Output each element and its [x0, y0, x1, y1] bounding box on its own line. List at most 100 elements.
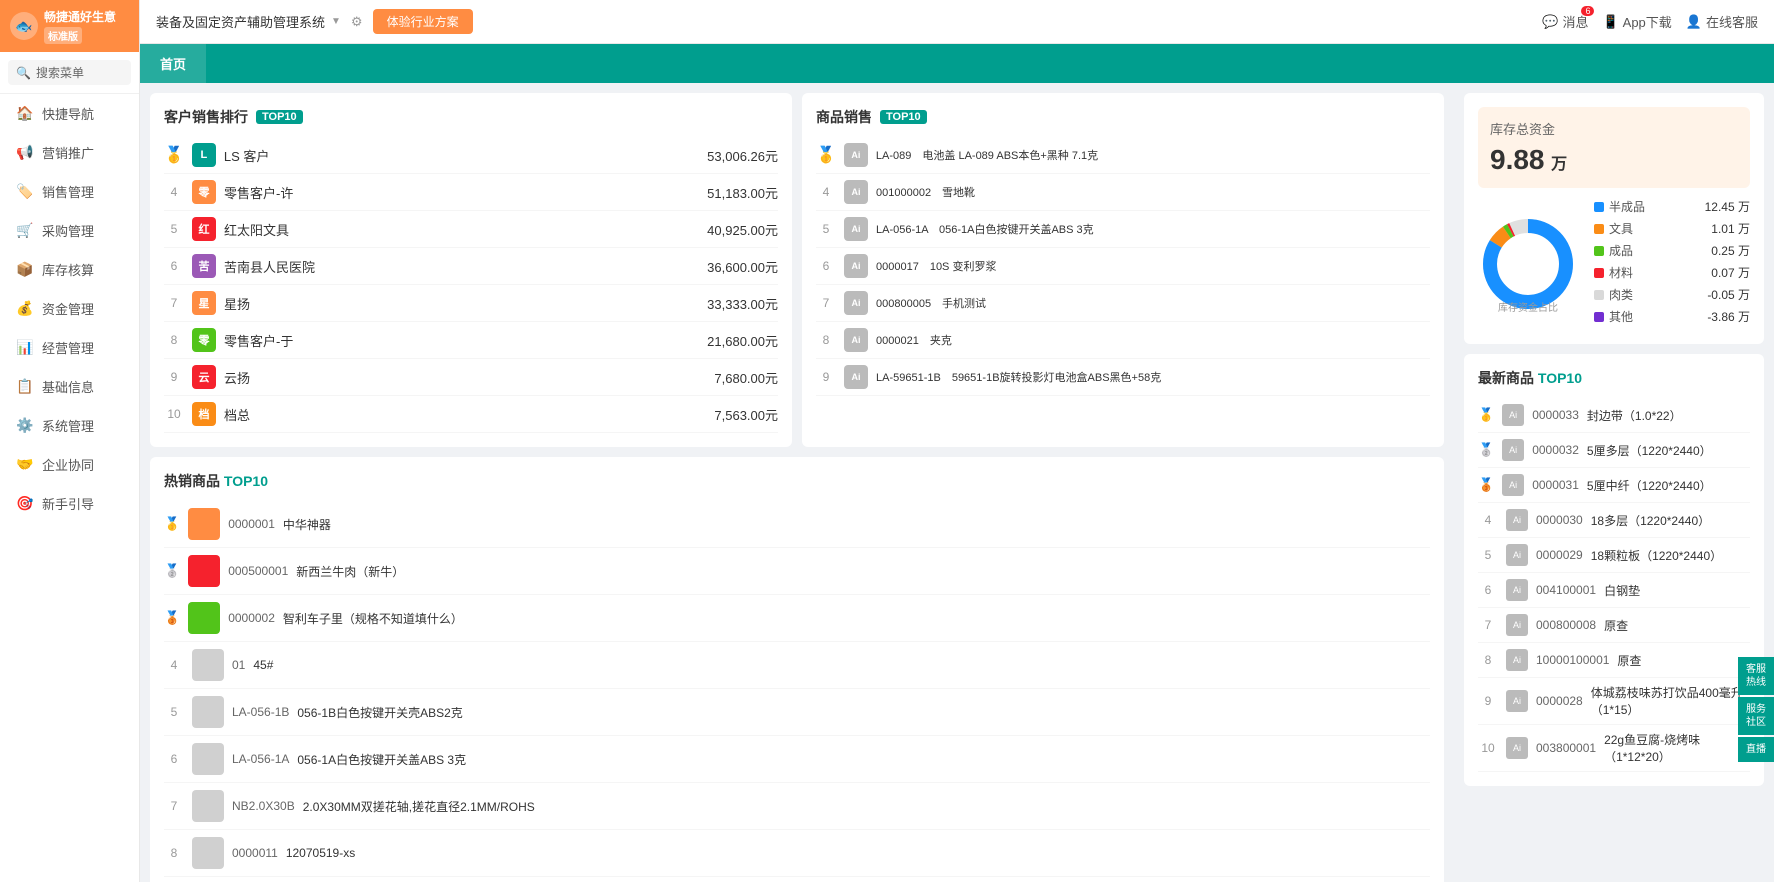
page-tabs: 首页: [140, 44, 1774, 83]
settings-icon[interactable]: ⚙: [351, 14, 363, 30]
rank-number: 7: [1478, 618, 1498, 632]
avatar: 档: [192, 402, 216, 426]
product-thumb: [188, 602, 220, 634]
legend-dot: [1594, 268, 1604, 278]
logo-icon: 🐟: [10, 12, 38, 40]
rank-number: 4: [816, 185, 836, 199]
chart-label: 库存资金占比: [1498, 299, 1558, 314]
rank-number: 8: [1478, 653, 1498, 667]
list-item: 🥉 0000002 智利车子里（规格不知道填什么）: [164, 595, 1430, 642]
rank-number: 6: [816, 259, 836, 273]
customer-amount: 51,183.00元: [707, 183, 778, 202]
customer-amount: 36,600.00元: [707, 257, 778, 276]
trial-button[interactable]: 体验行业方案: [373, 9, 473, 34]
float-service-live[interactable]: 直播: [1738, 737, 1774, 762]
product-top-badge: TOP10: [880, 110, 927, 124]
legend-dot: [1594, 312, 1604, 322]
newest-products-card: 最新商品 TOP10 🥇 Ai 0000033 封边带（1.0*22） 🥈 Ai…: [1464, 354, 1764, 786]
hot-products-card: 热销商品 TOP10 🥇 0000001 中华神器 🥈 000500001 新西…: [150, 457, 1444, 882]
customer-name: 红太阳文具: [224, 220, 699, 239]
tab-home[interactable]: 首页: [140, 44, 206, 83]
rank-number: 5: [816, 222, 836, 236]
avatar: L: [192, 143, 216, 167]
list-item: 🥉 Ai 0000031 5厘中纤（1220*2440）: [1478, 468, 1750, 503]
system-title: 装备及固定资产辅助管理系统: [156, 12, 325, 31]
customer-amount: 33,333.00元: [707, 294, 778, 313]
marketing-icon: 📢: [16, 144, 34, 162]
table-row: 9 云 云扬 7,680.00元: [164, 359, 778, 396]
inventory-icon: 📦: [16, 261, 34, 279]
table-row: 10 档 档总 7,563.00元: [164, 396, 778, 433]
sidebar-item-finance[interactable]: 💰 资金管理: [0, 289, 139, 328]
rank-number: 9: [164, 370, 184, 384]
avatar: 云: [192, 365, 216, 389]
rank-number: 5: [164, 705, 184, 719]
search-menu-button[interactable]: 🔍 搜索菜单: [8, 60, 131, 85]
center-content: 客户销售排行 TOP10 🥇 L LS 客户 53,006.26元 4 零: [140, 83, 1454, 882]
product-icon: Ai: [1506, 614, 1528, 636]
product-thumb: [192, 837, 224, 869]
sidebar-item-basic-info[interactable]: 📋 基础信息: [0, 367, 139, 406]
rank-number: 6: [164, 259, 184, 273]
customer-amount: 7,563.00元: [714, 405, 778, 424]
product-info: 001000002 雪地靴: [876, 184, 1430, 200]
sidebar-item-guide[interactable]: 🎯 新手引导: [0, 484, 139, 523]
legend-dot: [1594, 224, 1604, 234]
product-thumb: [192, 743, 224, 775]
legend-value: 0.07 万: [1711, 264, 1750, 281]
message-item[interactable]: 💬 消息 6: [1542, 12, 1588, 31]
float-service-hotline[interactable]: 客服热线: [1738, 657, 1774, 695]
title-dropdown-icon[interactable]: ▼: [331, 16, 341, 27]
sidebar-item-label: 快捷导航: [42, 104, 94, 123]
app-download-item[interactable]: 📱 App下载: [1602, 12, 1671, 31]
hot-products-title: 热销商品 TOP10: [164, 471, 1430, 491]
sidebar-item-purchase[interactable]: 🛒 采购管理: [0, 211, 139, 250]
sidebar-item-collaboration[interactable]: 🤝 企业协同: [0, 445, 139, 484]
rank-number: 4: [164, 658, 184, 672]
online-service-label: 在线客服: [1706, 12, 1758, 31]
app-name: 畅捷通好生意: [44, 8, 116, 25]
product-thumb-icon: Ai: [844, 328, 868, 352]
list-item: 7 Ai 000800008 原查: [1478, 608, 1750, 643]
product-thumb: [192, 790, 224, 822]
sidebar-item-inventory[interactable]: 📦 库存核算: [0, 250, 139, 289]
legend-name: 其他: [1609, 308, 1707, 325]
sidebar-item-sales[interactable]: 🏷️ 销售管理: [0, 172, 139, 211]
online-service-item[interactable]: 👤 在线客服: [1686, 12, 1758, 31]
donut-chart: 库存资金占比: [1478, 214, 1578, 314]
sidebar: 🐟 畅捷通好生意 标准版 🔍 搜索菜单 🏠 快捷导航 📢 营销推广 🏷️ 销售管…: [0, 0, 140, 882]
float-service: 客服热线 服务社区 直播: [1738, 657, 1774, 762]
rank-medal: 🥇: [164, 516, 180, 532]
sidebar-item-label: 企业协同: [42, 455, 94, 474]
legend-dot: [1594, 202, 1604, 212]
sidebar-item-marketing[interactable]: 📢 营销推广: [0, 133, 139, 172]
product-info: LA-59651-1B 59651-1B旋转投影灯电池盒ABS黑色+58克: [876, 369, 1430, 385]
legend-item: 材料 0.07 万: [1594, 264, 1750, 281]
sidebar-item-home[interactable]: 🏠 快捷导航: [0, 94, 139, 133]
customer-name: 星扬: [224, 294, 699, 313]
customer-amount: 21,680.00元: [707, 331, 778, 350]
sidebar-item-system[interactable]: ⚙️ 系统管理: [0, 406, 139, 445]
product-ranking-card: 商品销售 TOP10 🥇 Ai LA-089 电池盖 LA-089 ABS本色+…: [802, 93, 1444, 447]
legend-value: -0.05 万: [1707, 286, 1750, 303]
rank-medal: 🥇: [164, 145, 184, 165]
sidebar-item-operations[interactable]: 📊 经营管理: [0, 328, 139, 367]
search-area: 🔍 搜索菜单: [0, 52, 139, 94]
list-item: 5 Ai 0000029 18颗粒板（1220*2440）: [1478, 538, 1750, 573]
list-item: 🥇 Ai 0000033 封边带（1.0*22）: [1478, 398, 1750, 433]
legend-item: 文具 1.01 万: [1594, 220, 1750, 237]
main-navigation: 🏠 快捷导航 📢 营销推广 🏷️ 销售管理 🛒 采购管理 📦 库存核算 💰 资金…: [0, 94, 139, 882]
product-icon: Ai: [1506, 690, 1528, 712]
list-item: 9 Ai 0000028 体城荔枝味苏打饮品400毫升（1*15）: [1478, 678, 1750, 725]
table-row: 6 Ai 0000017 10S 变利罗浆: [816, 248, 1430, 285]
list-item: 4 Ai 0000030 18多层（1220*2440）: [1478, 503, 1750, 538]
legend-name: 材料: [1609, 264, 1711, 281]
product-thumb: [188, 555, 220, 587]
customer-name: 苦南县人民医院: [224, 257, 699, 276]
rank-number: 8: [164, 846, 184, 860]
table-row: 🥇 Ai LA-089 电池盖 LA-089 ABS本色+黑种 7.1克: [816, 137, 1430, 174]
sidebar-item-label: 系统管理: [42, 416, 94, 435]
list-item: 7 NB2.0X30B 2.0X30MM双搓花轴,搓花直径2.1MM/ROHS: [164, 783, 1430, 830]
customer-name: 零售客户-于: [224, 331, 699, 350]
float-service-community[interactable]: 服务社区: [1738, 697, 1774, 735]
